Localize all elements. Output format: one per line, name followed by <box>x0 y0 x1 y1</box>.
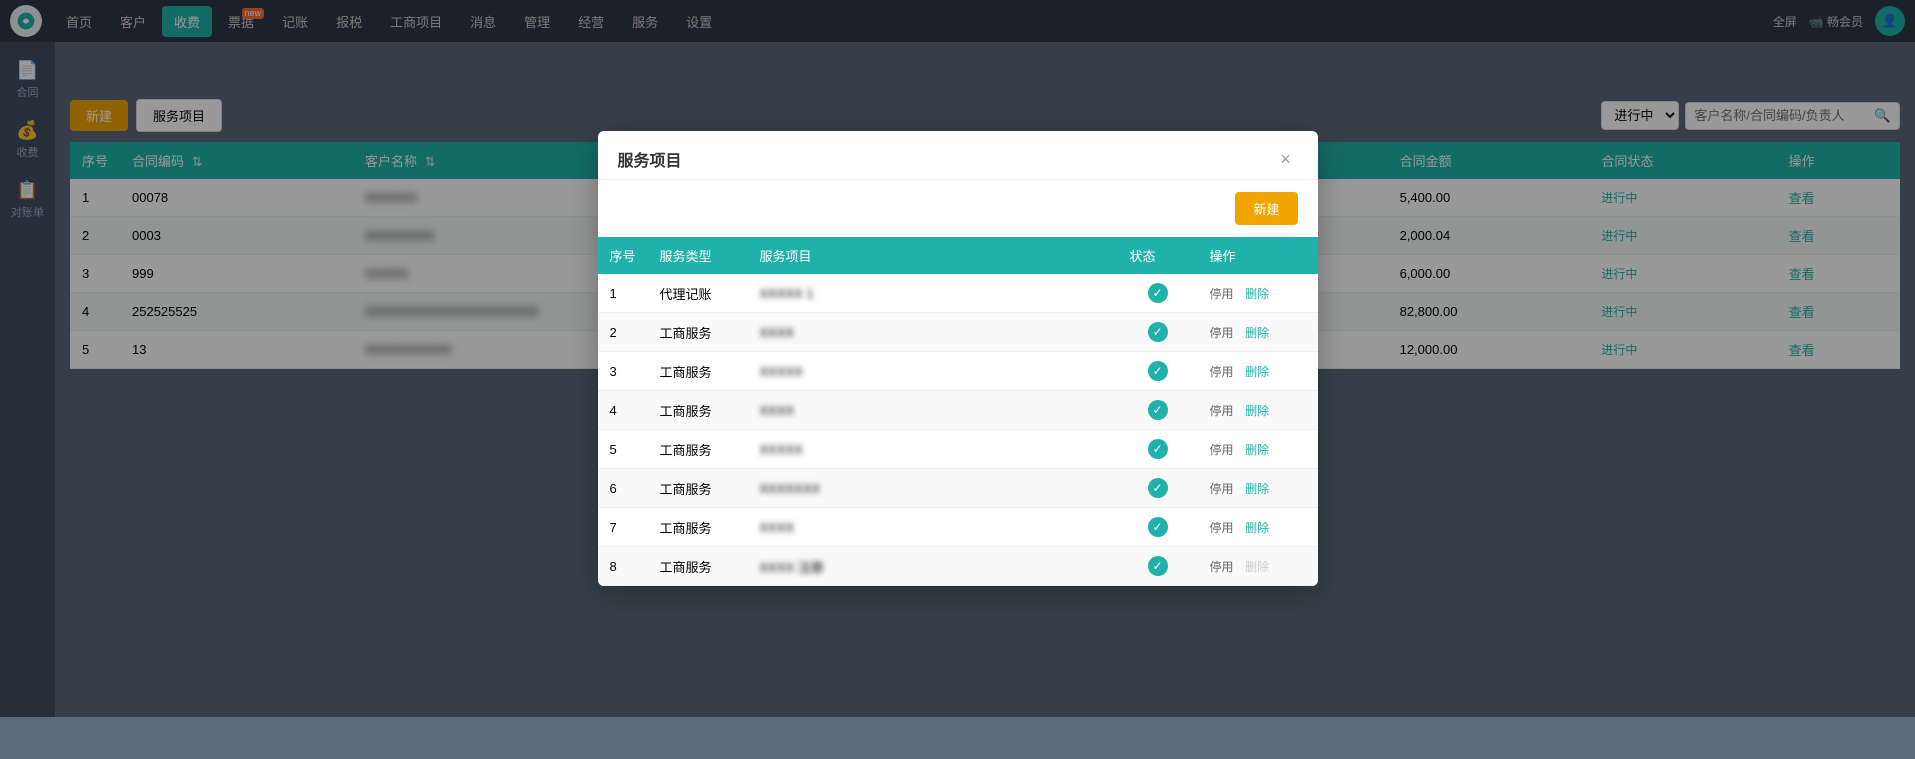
modal-cell-type: 工商服务 <box>648 313 748 352</box>
status-check-icon: ✓ <box>1148 517 1168 537</box>
modal-cell-seq: 3 <box>598 352 648 391</box>
delete-button[interactable]: 删除 <box>1245 482 1269 496</box>
delete-button[interactable]: 删除 <box>1245 326 1269 340</box>
modal-cell-action: 停用 删除 <box>1198 547 1318 586</box>
stop-button[interactable]: 停用 <box>1210 287 1234 301</box>
modal-cell-item: XXXXX <box>748 430 1118 469</box>
modal-cell-action: 停用 删除 <box>1198 313 1318 352</box>
modal-cell-type: 代理记账 <box>648 274 748 313</box>
stop-button[interactable]: 停用 <box>1210 521 1234 535</box>
modal-overlay[interactable]: 服务项目 × 新建 序号 服务类型 服务项目 状态 操作 <box>0 0 1915 717</box>
modal-cell-item: XXXXX 1 <box>748 274 1118 313</box>
modal-scroll-area[interactable]: 序号 服务类型 服务项目 状态 操作 1 代理记账 XXXXX 1 ✓ 停用 删… <box>598 237 1318 586</box>
delete-button[interactable]: 删除 <box>1245 365 1269 379</box>
modal-cell-item: XXXX 注册 <box>748 547 1118 586</box>
modal-cell-item: XXXX <box>748 313 1118 352</box>
delete-button: 删除 <box>1245 560 1269 574</box>
modal-cell-status: ✓ <box>1118 391 1198 430</box>
status-check-icon: ✓ <box>1148 400 1168 420</box>
modal-cell-seq: 4 <box>598 391 648 430</box>
modal-cell-type: 工商服务 <box>648 547 748 586</box>
modal-header: 服务项目 × <box>598 131 1318 180</box>
delete-button[interactable]: 删除 <box>1245 404 1269 418</box>
modal-cell-action: 停用 删除 <box>1198 391 1318 430</box>
modal-title: 服务项目 <box>618 147 682 171</box>
modal-table-row: 4 工商服务 XXXX ✓ 停用 删除 <box>598 391 1318 430</box>
stop-button[interactable]: 停用 <box>1210 326 1234 340</box>
modal-cell-seq: 2 <box>598 313 648 352</box>
modal-table-row: 6 工商服务 XXXXXXX ✓ 停用 删除 <box>598 469 1318 508</box>
modal-cell-item: XXXXX <box>748 352 1118 391</box>
delete-button[interactable]: 删除 <box>1245 521 1269 535</box>
stop-button[interactable]: 停用 <box>1210 443 1234 457</box>
delete-button[interactable]: 删除 <box>1245 443 1269 457</box>
stop-button[interactable]: 停用 <box>1210 404 1234 418</box>
modal-cell-type: 工商服务 <box>648 391 748 430</box>
modal-cell-status: ✓ <box>1118 352 1198 391</box>
modal-col-item: 服务项目 <box>748 237 1118 274</box>
modal-table-row: 1 代理记账 XXXXX 1 ✓ 停用 删除 <box>598 274 1318 313</box>
status-check-icon: ✓ <box>1148 478 1168 498</box>
modal-cell-item: XXXX <box>748 391 1118 430</box>
modal-col-status: 状态 <box>1118 237 1198 274</box>
stop-button[interactable]: 停用 <box>1210 560 1234 574</box>
status-check-icon: ✓ <box>1148 556 1168 576</box>
status-check-icon: ✓ <box>1148 283 1168 303</box>
modal-cell-item: XXXXXXX <box>748 469 1118 508</box>
modal-cell-seq: 7 <box>598 508 648 547</box>
modal-cell-seq: 8 <box>598 547 648 586</box>
status-check-icon: ✓ <box>1148 361 1168 381</box>
modal-col-seq: 序号 <box>598 237 648 274</box>
status-check-icon: ✓ <box>1148 322 1168 342</box>
modal-cell-status: ✓ <box>1118 274 1198 313</box>
modal-table-row: 7 工商服务 XXXX ✓ 停用 删除 <box>598 508 1318 547</box>
modal-cell-type: 工商服务 <box>648 352 748 391</box>
modal-table-row: 3 工商服务 XXXXX ✓ 停用 删除 <box>598 352 1318 391</box>
delete-button[interactable]: 删除 <box>1245 287 1269 301</box>
service-modal: 服务项目 × 新建 序号 服务类型 服务项目 状态 操作 <box>598 131 1318 586</box>
modal-col-action: 操作 <box>1198 237 1318 274</box>
modal-table-row: 2 工商服务 XXXX ✓ 停用 删除 <box>598 313 1318 352</box>
modal-cell-status: ✓ <box>1118 313 1198 352</box>
modal-cell-seq: 6 <box>598 469 648 508</box>
stop-button[interactable]: 停用 <box>1210 482 1234 496</box>
modal-close-button[interactable]: × <box>1274 147 1298 171</box>
modal-cell-status: ✓ <box>1118 547 1198 586</box>
modal-cell-status: ✓ <box>1118 508 1198 547</box>
stop-button[interactable]: 停用 <box>1210 365 1234 379</box>
modal-cell-item: XXXX <box>748 508 1118 547</box>
modal-cell-status: ✓ <box>1118 430 1198 469</box>
modal-toolbar: 新建 <box>598 180 1318 237</box>
modal-table-row: 5 工商服务 XXXXX ✓ 停用 删除 <box>598 430 1318 469</box>
modal-cell-action: 停用 删除 <box>1198 274 1318 313</box>
modal-cell-seq: 5 <box>598 430 648 469</box>
modal-cell-type: 工商服务 <box>648 430 748 469</box>
modal-table: 序号 服务类型 服务项目 状态 操作 1 代理记账 XXXXX 1 ✓ 停用 删… <box>598 237 1318 586</box>
modal-body: 序号 服务类型 服务项目 状态 操作 1 代理记账 XXXXX 1 ✓ 停用 删… <box>598 237 1318 586</box>
modal-cell-action: 停用 删除 <box>1198 430 1318 469</box>
modal-cell-seq: 1 <box>598 274 648 313</box>
modal-cell-type: 工商服务 <box>648 508 748 547</box>
modal-cell-type: 工商服务 <box>648 469 748 508</box>
modal-new-button[interactable]: 新建 <box>1235 192 1297 225</box>
modal-cell-action: 停用 删除 <box>1198 469 1318 508</box>
modal-col-type: 服务类型 <box>648 237 748 274</box>
modal-cell-action: 停用 删除 <box>1198 508 1318 547</box>
modal-cell-status: ✓ <box>1118 469 1198 508</box>
modal-table-row: 8 工商服务 XXXX 注册 ✓ 停用 删除 <box>598 547 1318 586</box>
status-check-icon: ✓ <box>1148 439 1168 459</box>
modal-cell-action: 停用 删除 <box>1198 352 1318 391</box>
